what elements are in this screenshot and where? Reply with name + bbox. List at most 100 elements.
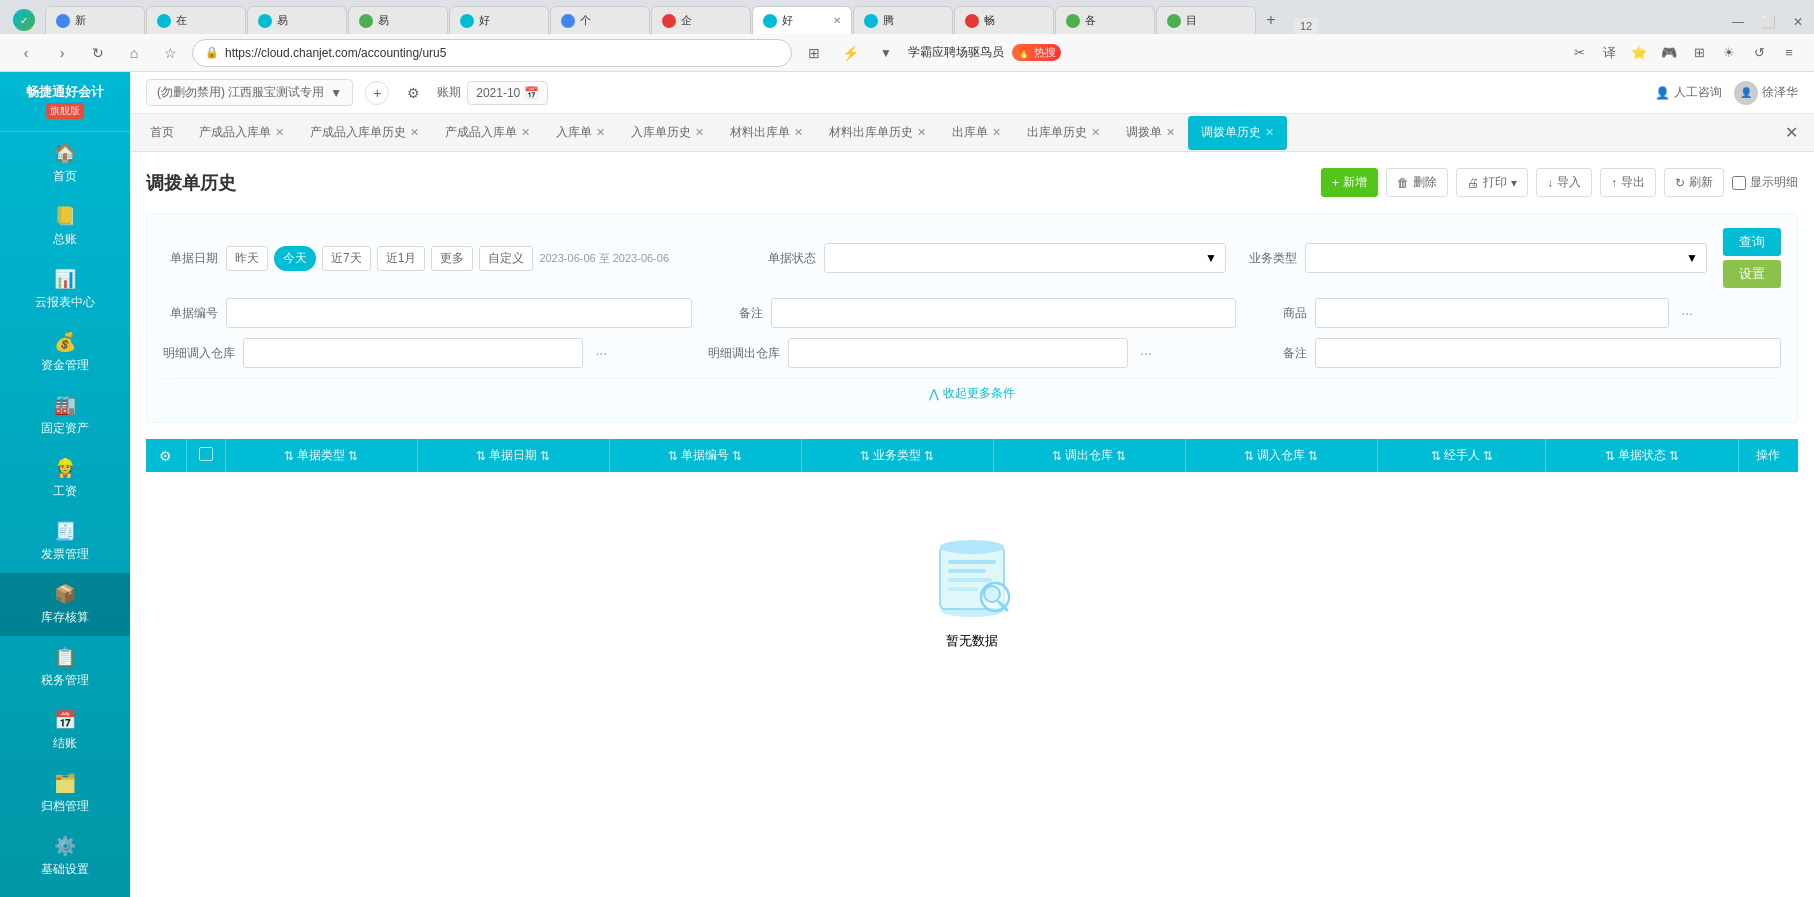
- browser-tab-mu[interactable]: 目: [1156, 6, 1256, 34]
- browser-extensions-button[interactable]: ⊞: [800, 39, 828, 67]
- browser-tab-zai[interactable]: 在: [146, 6, 246, 34]
- sidebar-item-home[interactable]: 🏠 首页: [0, 132, 130, 195]
- company-selector[interactable]: (勿删勿禁用) 江西服宝测试专用 ▼: [146, 79, 353, 106]
- tab-close-in-order[interactable]: ✕: [596, 126, 605, 139]
- user-info[interactable]: 👤 徐泽华: [1734, 81, 1798, 105]
- browser-tab-xinxi[interactable]: 新: [45, 6, 145, 34]
- detail-out-more-icon[interactable]: ···: [1136, 345, 1156, 361]
- forward-button[interactable]: ›: [48, 39, 76, 67]
- tab-out-hist[interactable]: 出库单历史 ✕: [1014, 116, 1113, 150]
- browser-tab-teng[interactable]: 腾: [853, 6, 953, 34]
- biz-type-select[interactable]: ▼: [1305, 243, 1707, 273]
- add-company-button[interactable]: +: [365, 81, 389, 105]
- browser-tab-yi2[interactable]: 易: [348, 6, 448, 34]
- tab-close-transfer-hist[interactable]: ✕: [1265, 126, 1274, 139]
- remark2-input[interactable]: [1315, 338, 1781, 368]
- scissors-button[interactable]: ✂: [1566, 40, 1592, 66]
- date-btn-7days[interactable]: 近7天: [322, 246, 371, 271]
- sidebar-item-archive[interactable]: 🗂️ 归档管理: [0, 762, 130, 825]
- service-button[interactable]: 👤 人工咨询: [1655, 84, 1722, 101]
- remark-input[interactable]: [771, 298, 1237, 328]
- sidebar-item-assets[interactable]: 🏭 固定资产: [0, 384, 130, 447]
- translate-button[interactable]: 译: [1596, 40, 1622, 66]
- display-checkbox[interactable]: [1732, 176, 1746, 190]
- sidebar-item-capital[interactable]: 💰 资金管理: [0, 321, 130, 384]
- tab-mat-out[interactable]: 材料出库单 ✕: [717, 116, 816, 150]
- close-all-tabs-button[interactable]: ✕: [1777, 123, 1806, 142]
- doc-no-input[interactable]: [226, 298, 692, 328]
- browser-tab-hao1[interactable]: 好: [449, 6, 549, 34]
- tab-close-mat-out[interactable]: ✕: [794, 126, 803, 139]
- sidebar-item-invoice[interactable]: 🧾 发票管理: [0, 510, 130, 573]
- th-in-wh[interactable]: ⇅ 调入仓库 ⇅: [1185, 439, 1377, 472]
- bookmark-button[interactable]: ☆: [156, 39, 184, 67]
- date-btn-yesterday[interactable]: 昨天: [226, 246, 268, 271]
- grid-button[interactable]: ⊞: [1686, 40, 1712, 66]
- date-btn-today[interactable]: 今天: [274, 246, 316, 271]
- tab-close-out-hist[interactable]: ✕: [1091, 126, 1100, 139]
- tab-prod-in-hist[interactable]: 产成品入库单历史 ✕: [297, 116, 432, 150]
- lightning-button[interactable]: ⚡: [836, 39, 864, 67]
- date-btn-custom[interactable]: 自定义: [479, 246, 533, 271]
- menu-button[interactable]: ≡: [1776, 40, 1802, 66]
- tab-close-prod-in2[interactable]: ✕: [521, 126, 530, 139]
- tab-close-mat-out-hist[interactable]: ✕: [917, 126, 926, 139]
- minimize-button[interactable]: —: [1726, 10, 1750, 34]
- browser-tab-qi[interactable]: 企: [651, 6, 751, 34]
- home-browser-button[interactable]: ⌂: [120, 39, 148, 67]
- browser-tab-ge[interactable]: 个: [550, 6, 650, 34]
- sidebar-item-inventory[interactable]: 📦 库存核算: [0, 573, 130, 636]
- th-settings[interactable]: ⚙: [146, 439, 186, 472]
- new-button[interactable]: + 新增: [1321, 168, 1378, 197]
- brightness-button[interactable]: ☀: [1716, 40, 1742, 66]
- url-bar[interactable]: 🔒 https://cloud.chanjet.com/accounting/u…: [192, 39, 792, 67]
- browser-tab-hao2[interactable]: 好 ✕: [752, 6, 852, 34]
- th-no[interactable]: ⇅ 单据编号 ⇅: [609, 439, 801, 472]
- tab-in-order[interactable]: 入库单 ✕: [543, 116, 618, 150]
- th-checkbox[interactable]: [186, 439, 225, 472]
- period-button[interactable]: 2021-10 📅: [467, 81, 548, 105]
- tab-close-prod-in[interactable]: ✕: [275, 126, 284, 139]
- date-btn-1month[interactable]: 近1月: [377, 246, 426, 271]
- sidebar-item-salary[interactable]: 👷 工资: [0, 447, 130, 510]
- sidebar-item-tax[interactable]: 📋 税务管理: [0, 636, 130, 699]
- delete-button[interactable]: 🗑 删除: [1386, 168, 1448, 197]
- back-button[interactable]: ‹: [12, 39, 40, 67]
- th-out-wh[interactable]: ⇅ 调出仓库 ⇅: [993, 439, 1185, 472]
- tab-close-icon[interactable]: ✕: [833, 15, 841, 26]
- th-type[interactable]: ⇅ 单据类型 ⇅: [225, 439, 417, 472]
- th-handler[interactable]: ⇅ 经手人 ⇅: [1377, 439, 1546, 472]
- select-all-checkbox[interactable]: [199, 447, 213, 461]
- new-tab-button[interactable]: +: [1257, 6, 1285, 34]
- detail-in-input[interactable]: [243, 338, 583, 368]
- goods-more-icon[interactable]: ···: [1677, 305, 1697, 321]
- settings-company-button[interactable]: ⚙: [401, 81, 425, 105]
- refresh-button[interactable]: ↻ 刷新: [1664, 168, 1724, 197]
- refresh-browser-button[interactable]: ↻: [84, 39, 112, 67]
- close-button[interactable]: ✕: [1786, 10, 1810, 34]
- undo-button[interactable]: ↺: [1746, 40, 1772, 66]
- browser-tab-yi1[interactable]: 易: [247, 6, 347, 34]
- tab-home[interactable]: 首页: [138, 124, 186, 141]
- import-button[interactable]: ↓ 导入: [1536, 168, 1592, 197]
- tab-close-in-hist[interactable]: ✕: [695, 126, 704, 139]
- date-btn-more[interactable]: 更多: [431, 246, 473, 271]
- th-date[interactable]: ⇅ 单据日期 ⇅: [417, 439, 609, 472]
- sidebar-item-ledger[interactable]: 📒 总账: [0, 195, 130, 258]
- status-select[interactable]: ▼: [824, 243, 1226, 273]
- print-button[interactable]: 🖨 打印 ▾: [1456, 168, 1528, 197]
- detail-in-more-icon[interactable]: ···: [591, 345, 611, 361]
- maximize-button[interactable]: ⬜: [1756, 10, 1780, 34]
- tab-close-out-order[interactable]: ✕: [992, 126, 1001, 139]
- th-biz-type[interactable]: ⇅ 业务类型 ⇅: [801, 439, 993, 472]
- tab-in-hist[interactable]: 入库单历史 ✕: [618, 116, 717, 150]
- tab-prod-in[interactable]: 产成品入库单 ✕: [186, 116, 297, 150]
- sidebar-item-closing[interactable]: 📅 结账: [0, 699, 130, 762]
- dropdown-button[interactable]: ▼: [872, 39, 900, 67]
- settings-button[interactable]: 设置: [1723, 260, 1781, 288]
- tab-mat-out-hist[interactable]: 材料出库单历史 ✕: [816, 116, 939, 150]
- tab-transfer-hist[interactable]: 调拨单历史 ✕: [1188, 116, 1287, 150]
- sidebar-item-report[interactable]: 📊 云报表中心: [0, 258, 130, 321]
- detail-out-input[interactable]: [788, 338, 1128, 368]
- sidebar-item-basic[interactable]: ⚙️ 基础设置: [0, 825, 130, 888]
